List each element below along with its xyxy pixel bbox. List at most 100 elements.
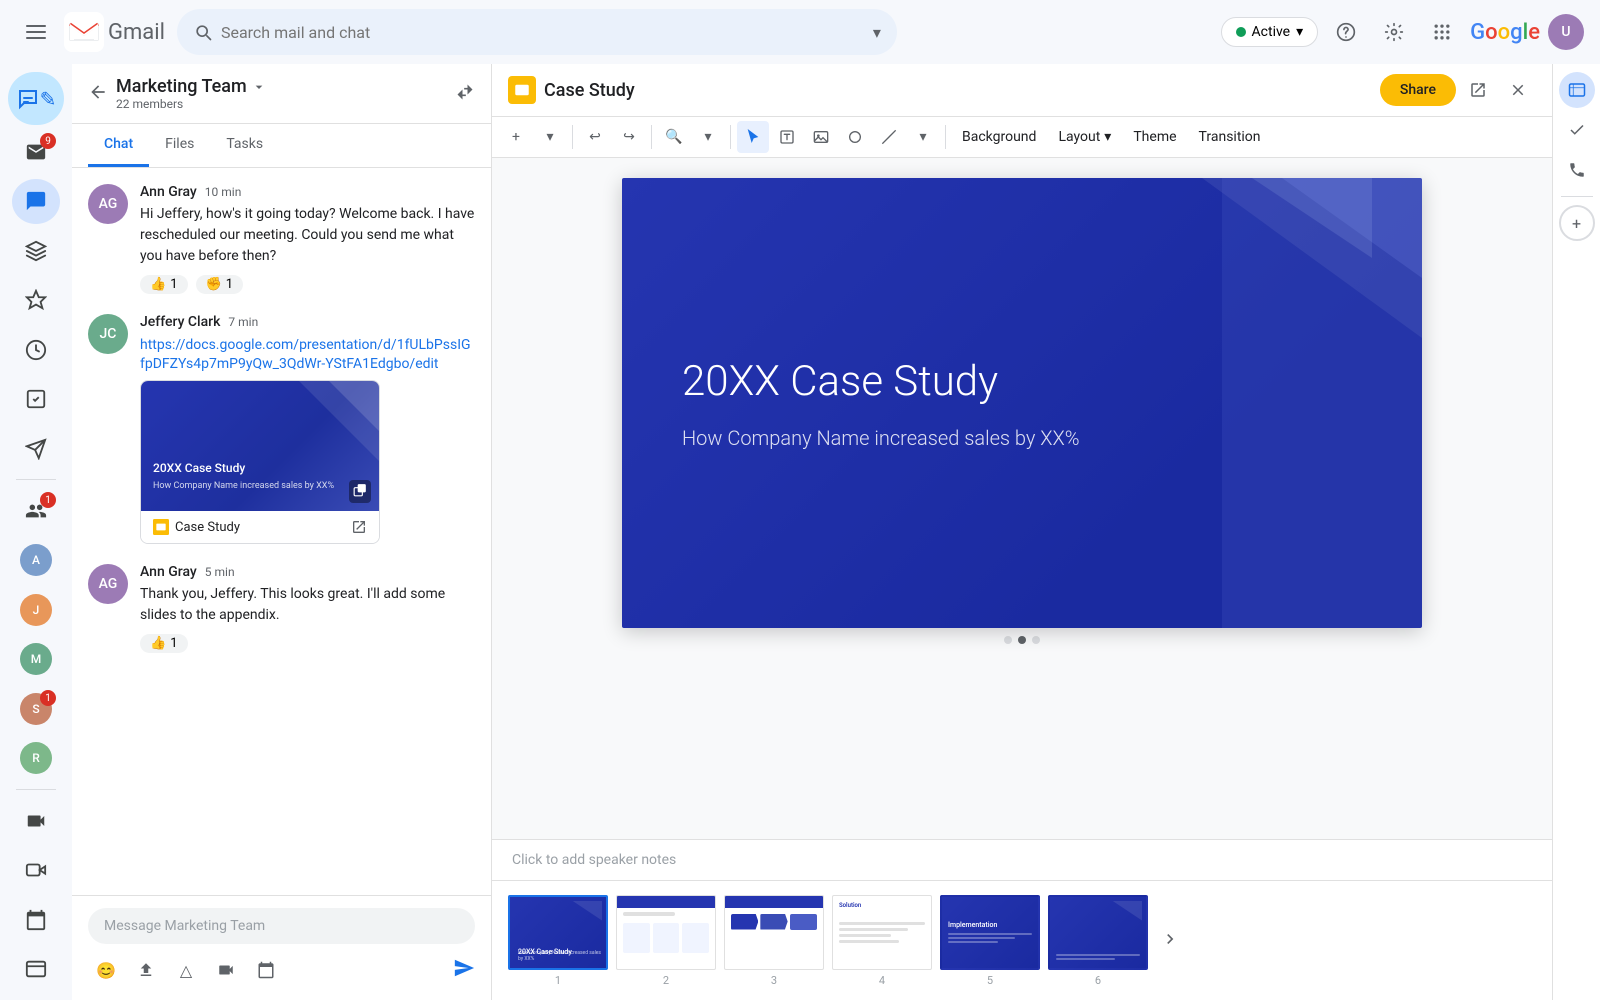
calendar-button[interactable]	[248, 952, 284, 988]
chat-panel: Marketing Team 22 members Chat Files Tas…	[72, 64, 492, 1000]
theme-button[interactable]: Theme	[1123, 125, 1186, 149]
zoom-button[interactable]: 🔍	[658, 121, 690, 153]
zoom-dropdown-button[interactable]: ▾	[692, 121, 724, 153]
thumb-line	[839, 940, 899, 943]
sidebar-avatar-3[interactable]: M	[12, 637, 60, 682]
sidebar-window-icon[interactable]	[12, 946, 60, 991]
search-input[interactable]	[221, 23, 865, 42]
close-button[interactable]	[1500, 72, 1536, 108]
background-button[interactable]: Background	[952, 125, 1046, 149]
external-link-icon[interactable]	[351, 519, 367, 535]
tab-chat[interactable]: Chat	[88, 124, 149, 167]
slide-thumb-6[interactable]: 6	[1048, 895, 1148, 987]
menu-icon[interactable]	[16, 12, 56, 52]
thumb-content-5: Implementation	[942, 897, 1038, 968]
open-external-icon[interactable]	[1460, 72, 1496, 108]
reaction-wave[interactable]: ✊ 1	[196, 275, 244, 294]
slide-num-3: 3	[771, 974, 777, 987]
pres-toolbar: + ▾ ↩ ↪ 🔍 ▾ ▾	[492, 117, 1552, 158]
transition-button[interactable]: Transition	[1189, 125, 1271, 149]
undo-button[interactable]: ↩	[579, 121, 611, 153]
tab-files[interactable]: Files	[149, 124, 210, 167]
sidebar-recent-icon[interactable]	[12, 327, 60, 372]
thumb-line	[839, 928, 908, 931]
sidebar-spaces-icon[interactable]	[12, 228, 60, 273]
drive-button[interactable]: △	[168, 952, 204, 988]
video-button[interactable]	[208, 952, 244, 988]
sidebar-avatar-5[interactable]: R	[12, 736, 60, 781]
sidebar-video-add-icon[interactable]	[12, 848, 60, 893]
sidebar-chat-icon[interactable]	[12, 179, 60, 224]
upload-button[interactable]	[128, 952, 164, 988]
add-element-button[interactable]: +	[500, 121, 532, 153]
sidebar-avatar-4[interactable]: S 1	[12, 686, 60, 731]
emoji-button[interactable]: 😊	[88, 952, 124, 988]
pres-header-actions: Share	[1380, 72, 1536, 108]
thumb-line	[948, 941, 998, 943]
reaction-thumbsup[interactable]: 👍 1	[140, 275, 188, 294]
notes-area[interactable]: Click to add speaker notes	[492, 839, 1552, 880]
sidebar-meet-video-icon[interactable]	[12, 798, 60, 843]
element-dropdown-button[interactable]: ▾	[534, 121, 566, 153]
slide-dot-2[interactable]	[1018, 636, 1026, 644]
thumb-label: Solution	[839, 902, 861, 909]
share-button[interactable]: Share	[1380, 74, 1456, 106]
line-button[interactable]	[873, 121, 905, 153]
chat-input-box[interactable]: Message Marketing Team	[88, 908, 475, 944]
message-time: 7 min	[228, 315, 258, 329]
back-button[interactable]	[88, 82, 108, 106]
tab-tasks[interactable]: Tasks	[210, 124, 279, 167]
avatar4-badge: 1	[40, 690, 56, 706]
status-button[interactable]: Active ▾	[1221, 17, 1319, 47]
mail-badge: 9	[40, 133, 56, 149]
slide-canvas[interactable]: 20XX Case Study How Company Name increas…	[622, 178, 1422, 628]
line-dropdown-button[interactable]: ▾	[907, 121, 939, 153]
slide-dot-3[interactable]	[1032, 636, 1040, 644]
slide-thumb-image-2	[616, 895, 716, 970]
right-panel-phone-icon[interactable]	[1559, 152, 1595, 188]
sidebar-calendar-icon[interactable]	[12, 897, 60, 942]
sidebar-save-icon[interactable]	[12, 376, 60, 421]
message-author: Jeffery Clark	[140, 314, 220, 330]
chat-header-info: Marketing Team 22 members	[116, 76, 267, 111]
help-icon[interactable]	[1326, 12, 1366, 52]
reaction-thumbsup-2[interactable]: 👍 1	[140, 634, 188, 653]
slide-thumb-1[interactable]: 20XX Case Study How Company Name increas…	[508, 895, 608, 987]
search-bar[interactable]: ▾	[177, 9, 897, 55]
slide-preview[interactable]: 20XX Case Study How Company Name increas…	[140, 380, 380, 544]
search-chevron-icon[interactable]: ▾	[873, 23, 881, 42]
text-box-button[interactable]	[771, 121, 803, 153]
sidebar-avatar-1[interactable]: A	[12, 538, 60, 583]
sidebar-starred-icon[interactable]	[12, 277, 60, 322]
slide-dot-1[interactable]	[1004, 636, 1012, 644]
layout-button[interactable]: Layout ▾	[1048, 125, 1121, 149]
apps-icon[interactable]	[1422, 12, 1462, 52]
sidebar-mail-icon[interactable]: 9	[12, 129, 60, 174]
right-panel-slides-icon[interactable]	[1559, 72, 1595, 108]
message-avatar: AG	[88, 564, 128, 604]
settings-icon[interactable]	[1374, 12, 1414, 52]
expand-icon[interactable]	[455, 82, 475, 106]
slide-text-area: 20XX Case Study How Company Name increas…	[682, 357, 1080, 450]
slide-thumb-3[interactable]: 3	[724, 895, 824, 987]
google-text: Google	[1470, 20, 1540, 45]
compose-button[interactable]: ✎	[8, 72, 64, 125]
shape-button[interactable]	[839, 121, 871, 153]
user-avatar[interactable]: U	[1548, 14, 1584, 50]
sidebar-contacts-icon[interactable]: 1	[12, 488, 60, 533]
slide-thumb-4[interactable]: Solution 4	[832, 895, 932, 987]
right-panel-check-icon[interactable]	[1559, 112, 1595, 148]
message-link[interactable]: https://docs.google.com/presentation/d/1…	[140, 337, 471, 372]
slide-thumb-5[interactable]: Implementation 5	[940, 895, 1040, 987]
redo-button[interactable]: ↪	[613, 121, 645, 153]
sidebar-send-icon[interactable]	[12, 426, 60, 471]
slide-thumb-2[interactable]: 2	[616, 895, 716, 987]
left-sidebar: ✎ 9 1 A	[0, 64, 72, 1000]
select-tool-button[interactable]	[737, 121, 769, 153]
slide-num-4: 4	[879, 974, 885, 987]
image-button[interactable]	[805, 121, 837, 153]
strip-next-button[interactable]	[1160, 929, 1180, 953]
sidebar-avatar-2[interactable]: J	[12, 587, 60, 632]
right-panel-add-button[interactable]: +	[1559, 205, 1595, 241]
send-button[interactable]	[453, 957, 475, 983]
